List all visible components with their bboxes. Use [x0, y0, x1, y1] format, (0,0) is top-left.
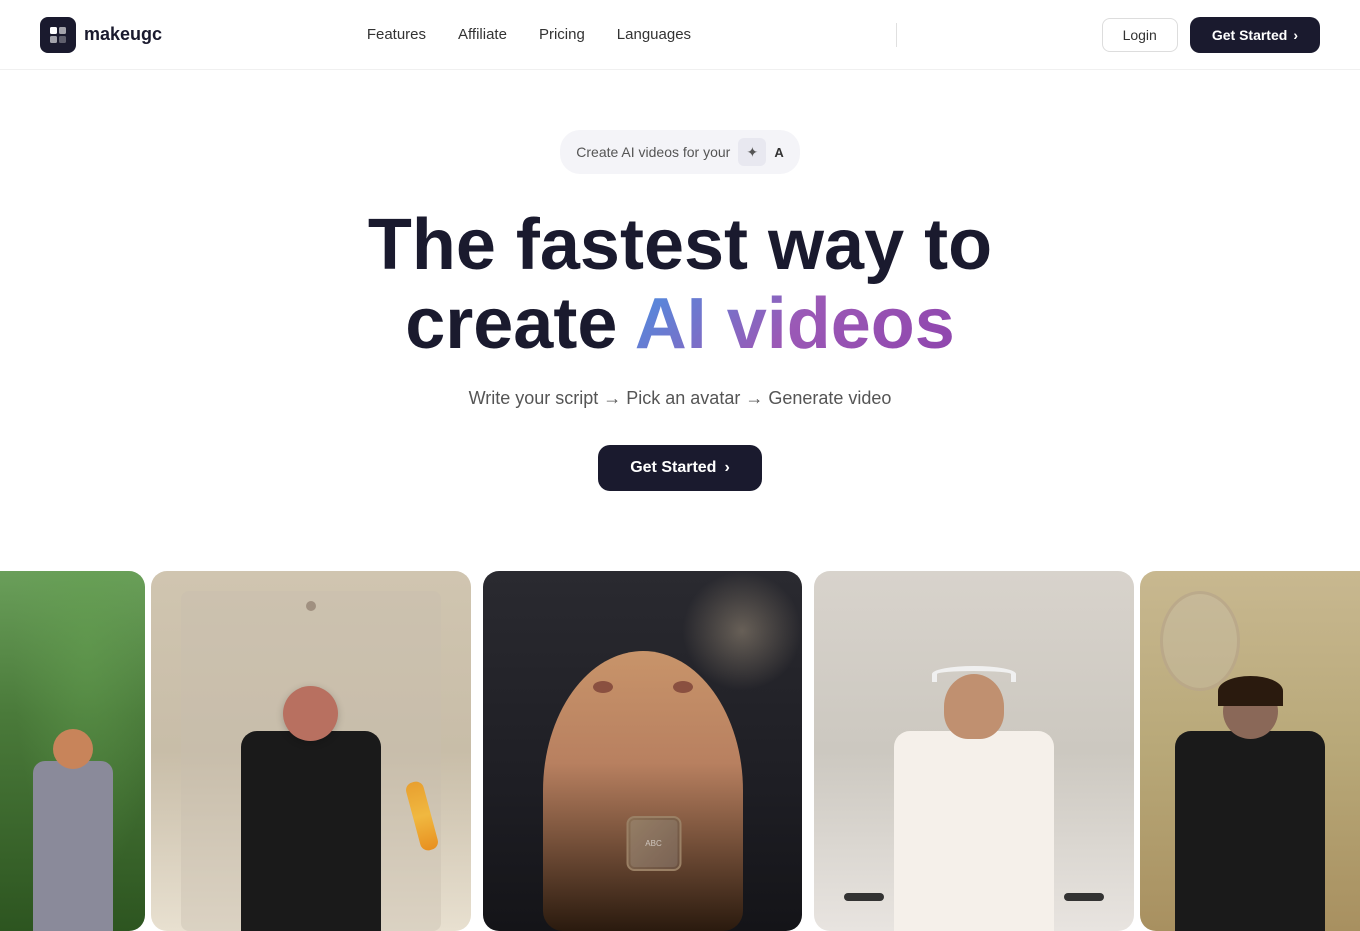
nav-features[interactable]: Features — [367, 26, 426, 43]
logo-link[interactable]: makeugc — [40, 17, 162, 53]
badge-icon-container: ✦ — [738, 138, 766, 166]
nav-links: Features Affiliate Pricing Languages — [367, 26, 691, 43]
hero-subtitle: Write your script → Pick an avatar → Gen… — [469, 388, 892, 409]
video-card-5 — [1140, 571, 1360, 931]
hero-title-line1: The fastest way to — [368, 205, 992, 285]
sparkle-icon: ✦ — [746, 144, 758, 161]
hero-title-line2-plain: create — [405, 284, 635, 364]
badge-letter: A — [774, 145, 783, 160]
video-card-3: ABC — [483, 571, 803, 931]
logo-text: makeugc — [84, 24, 162, 45]
hero-section: Create AI videos for your ✦ A The fastes… — [0, 70, 1360, 531]
nav-pricing[interactable]: Pricing — [539, 26, 585, 43]
logo-icon — [40, 17, 76, 53]
chevron-right-icon: › — [1293, 27, 1298, 43]
nav-affiliate[interactable]: Affiliate — [458, 26, 507, 43]
video-card-2 — [151, 571, 471, 931]
video-card-4 — [814, 571, 1134, 931]
get-started-nav-button[interactable]: Get Started › — [1190, 17, 1320, 53]
nav-actions: Login Get Started › — [1102, 17, 1320, 53]
navbar: makeugc Features Affiliate Pricing Langu… — [0, 0, 1360, 70]
hero-title: The fastest way to create AI videos — [368, 206, 992, 364]
login-button[interactable]: Login — [1102, 18, 1178, 52]
video-card-1 — [0, 571, 145, 931]
badge-text: Create AI videos for your — [576, 144, 730, 160]
nav-divider — [896, 23, 897, 47]
chevron-right-icon: › — [724, 459, 729, 477]
hero-badge: Create AI videos for your ✦ A — [560, 130, 799, 174]
nav-languages[interactable]: Languages — [617, 26, 691, 43]
hero-title-gradient: AI videos — [635, 284, 955, 364]
get-started-hero-button[interactable]: Get Started › — [598, 445, 762, 491]
video-gallery: ABC — [0, 571, 1360, 931]
